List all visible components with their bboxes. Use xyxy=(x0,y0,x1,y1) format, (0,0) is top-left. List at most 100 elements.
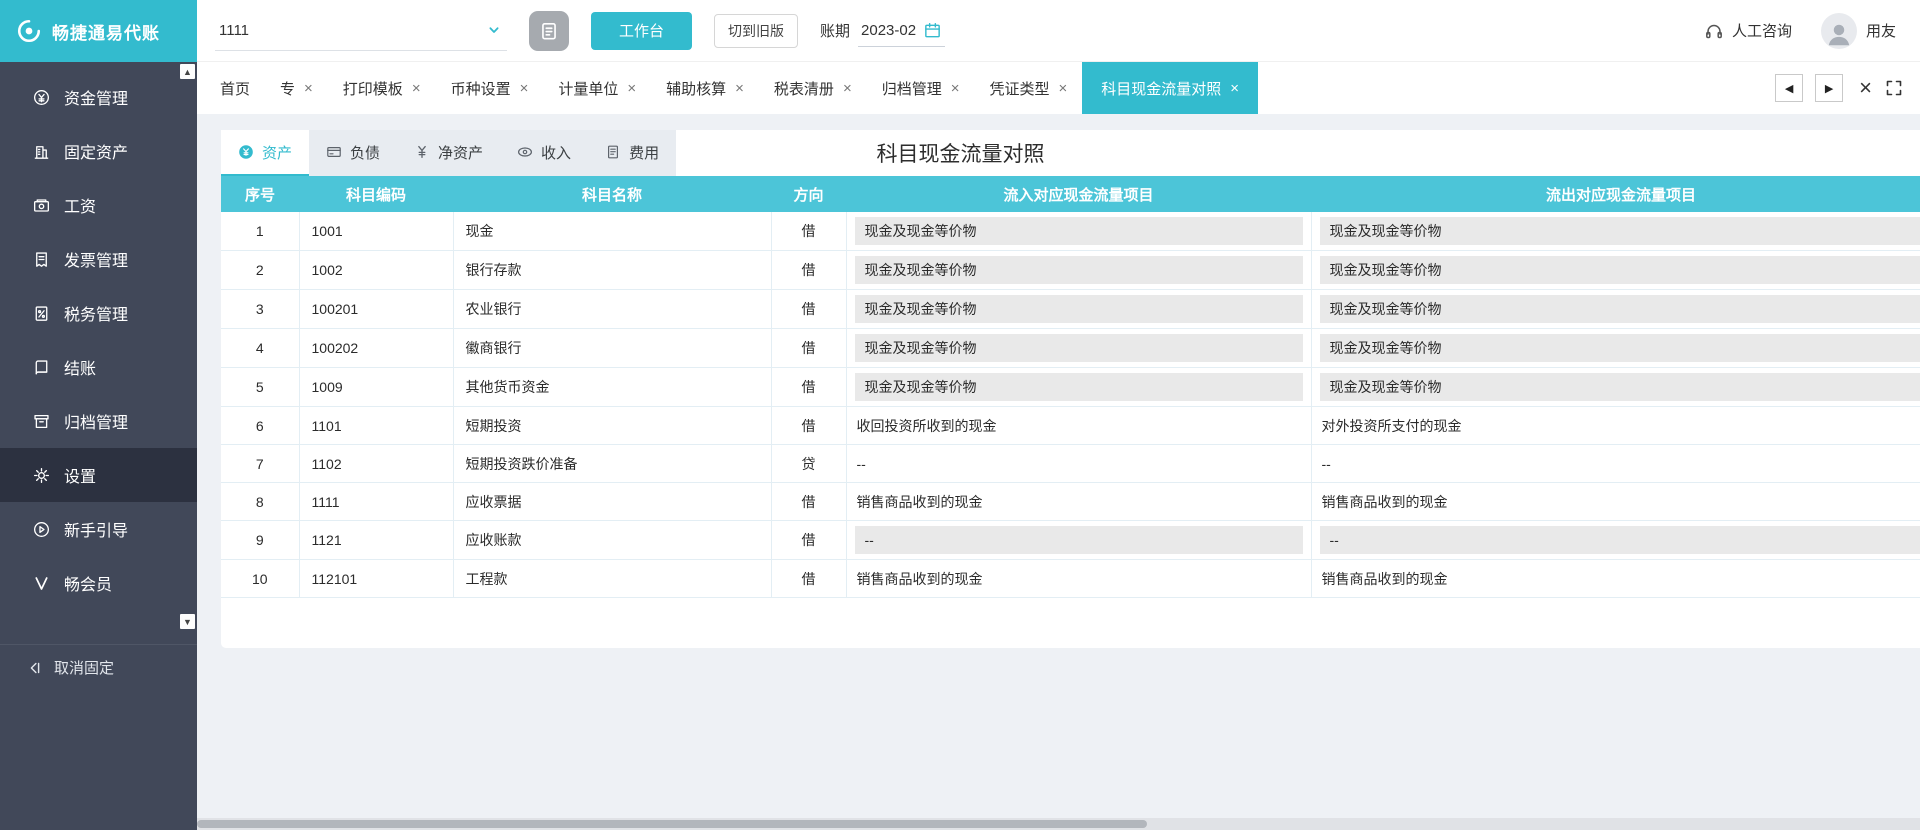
table-row: 6 1101 短期投资借收回投资所收到的现金 对外投资所支付的现金 xyxy=(221,406,1920,445)
tab-4[interactable]: 计量单位 × xyxy=(543,62,651,114)
tab-9[interactable]: 科目现金流量对照 × xyxy=(1082,62,1259,114)
category-tab-asset[interactable]: 资产 xyxy=(221,130,310,176)
tab-label: 科目现金流量对照 xyxy=(1101,80,1222,98)
sidebar-item-funds[interactable]: 资金管理 xyxy=(0,70,197,124)
cell-outflow: 销售商品收到的现金 xyxy=(1311,559,1920,598)
horizontal-scrollbar-thumb[interactable] xyxy=(197,820,1147,828)
tab-scroll-right-button[interactable]: ▶ xyxy=(1815,74,1844,102)
cell-inflow: 现金及现金等价物 xyxy=(846,367,1312,407)
inflow-field[interactable]: 现金及现金等价物 xyxy=(854,334,1303,362)
tab-close-icon[interactable]: × xyxy=(520,81,529,96)
unpin-sidebar-button[interactable]: 取消固定 xyxy=(0,644,197,690)
sidebar-item-member[interactable]: 畅会员 xyxy=(0,556,197,610)
arrow-right-icon: ▶ xyxy=(1824,82,1834,95)
sidebar-item-closing[interactable]: 结账 xyxy=(0,340,197,394)
cell-seq: 3 xyxy=(221,289,300,329)
sidebar-item-tax[interactable]: 税务管理 xyxy=(0,286,197,340)
cell-code: 100202 xyxy=(299,328,454,368)
tab-label: 税表清册 xyxy=(773,80,834,98)
column-header: 科目编码 xyxy=(299,176,453,212)
inflow-field[interactable]: 现金及现金等价物 xyxy=(854,256,1303,284)
period-picker[interactable]: 2023-02 xyxy=(858,15,946,47)
tab-5[interactable]: 辅助核算 × xyxy=(651,62,759,114)
funds-icon xyxy=(32,88,51,107)
sidebar-item-payroll[interactable]: 工资 xyxy=(0,178,197,232)
close-all-tabs-button[interactable]: × xyxy=(1859,77,1872,99)
tab-close-icon[interactable]: × xyxy=(304,81,313,96)
username: 用友 xyxy=(1865,23,1896,40)
tab-close-icon[interactable]: × xyxy=(412,81,421,96)
switch-old-version-button[interactable]: 切到旧版 xyxy=(714,13,799,48)
category-tab-equity[interactable]: 净资产 xyxy=(397,130,500,176)
tab-6[interactable]: 税表清册 × xyxy=(759,62,867,114)
category-tab-label: 净资产 xyxy=(438,144,484,162)
period-value: 2023-02 xyxy=(861,21,917,39)
notepad-button[interactable] xyxy=(529,10,569,51)
outflow-field[interactable]: 现金及现金等价物 xyxy=(1319,373,1920,401)
tab-scroll-left-button[interactable]: ◀ xyxy=(1775,74,1804,102)
sidebar-item-guide[interactable]: 新手引导 xyxy=(0,502,197,556)
cell-inflow: 现金及现金等价物 xyxy=(846,250,1312,290)
sidebar-item-label: 资金管理 xyxy=(64,91,129,108)
tax-icon xyxy=(32,304,51,323)
inflow-text: 销售商品收到的现金 xyxy=(856,570,983,587)
fullscreen-button[interactable] xyxy=(1884,78,1904,98)
tab-3[interactable]: 币种设置 × xyxy=(436,62,544,114)
sidebar-item-invoice[interactable]: 发票管理 xyxy=(0,232,197,286)
cell-name: 应收账款 xyxy=(453,520,772,560)
cell-code: 1001 xyxy=(299,212,454,251)
tab-close-icon[interactable]: × xyxy=(1059,81,1068,96)
table-row: 7 1102 短期投资跌价准备贷 -- -- xyxy=(221,444,1920,483)
table-row: 10 112101 工程款借销售商品收到的现金 销售商品收到的现金 xyxy=(221,559,1920,598)
tab-controls: ◀ ▶ × xyxy=(1775,62,1920,114)
outflow-field[interactable]: 现金及现金等价物 xyxy=(1319,217,1920,245)
tab-0[interactable]: 首页 xyxy=(205,62,265,114)
category-tab-expense[interactable]: 费用 xyxy=(588,130,676,176)
outflow-field[interactable]: 现金及现金等价物 xyxy=(1319,334,1920,362)
inflow-field[interactable]: 现金及现金等价物 xyxy=(854,373,1303,401)
support-button[interactable]: 人工咨询 xyxy=(1704,20,1792,41)
tab-bar: 首页专 × 打印模板 × 币种设置 × 计量单位 × 辅助核算 × 税表清册 × 归档管理 × 凭证类型 × 科… xyxy=(197,62,1920,114)
sidebar-item-settings[interactable]: 设置 xyxy=(0,448,197,502)
workbench-button[interactable]: 工作台 xyxy=(591,11,693,50)
tab-7[interactable]: 归档管理 × xyxy=(867,62,975,114)
category-tab-income[interactable]: 收入 xyxy=(500,130,588,176)
tab-close-icon[interactable]: × xyxy=(735,81,744,96)
settings-icon xyxy=(32,466,51,485)
table-row: 9 1121 应收账款借 -- -- xyxy=(221,520,1920,560)
cell-inflow: 收回投资所收到的现金 xyxy=(846,406,1312,445)
category-tab-liability[interactable]: 负债 xyxy=(309,130,397,176)
tab-close-icon[interactable]: × xyxy=(951,81,960,96)
cell-seq: 5 xyxy=(221,367,300,407)
outflow-field[interactable]: -- xyxy=(1319,526,1920,554)
outflow-field[interactable]: 现金及现金等价物 xyxy=(1319,295,1920,323)
tab-close-icon[interactable]: × xyxy=(1230,81,1239,96)
outflow-field[interactable]: 现金及现金等价物 xyxy=(1319,256,1920,284)
cell-name: 现金 xyxy=(453,212,772,251)
tab-close-icon[interactable]: × xyxy=(627,81,636,96)
tab-2[interactable]: 打印模板 × xyxy=(328,62,436,114)
inflow-field[interactable]: -- xyxy=(854,526,1303,554)
avatar[interactable] xyxy=(1820,12,1857,49)
tab-8[interactable]: 凭证类型 × xyxy=(974,62,1082,114)
tab-1[interactable]: 专 × xyxy=(265,62,328,114)
cell-direction: 借 xyxy=(771,406,847,445)
company-select[interactable]: 1111 xyxy=(215,11,507,51)
cell-direction: 借 xyxy=(771,559,847,598)
sidebar-item-fixed-assets[interactable]: 固定资产 xyxy=(0,124,197,178)
column-header: 方向 xyxy=(771,176,846,212)
sidebar-scroll-up-button[interactable]: ▲ xyxy=(180,64,195,79)
sidebar-item-archive[interactable]: 归档管理 xyxy=(0,394,197,448)
cell-outflow: -- xyxy=(1311,520,1920,560)
cell-name: 农业银行 xyxy=(453,289,772,329)
horizontal-scrollbar[interactable] xyxy=(197,818,1920,830)
tab-close-icon[interactable]: × xyxy=(843,81,852,96)
category-tab-label: 费用 xyxy=(629,144,660,162)
fixed-assets-icon xyxy=(32,142,51,161)
sidebar-scroll-down-button[interactable]: ▼ xyxy=(180,614,195,629)
inflow-field[interactable]: 现金及现金等价物 xyxy=(854,295,1303,323)
inflow-field[interactable]: 现金及现金等价物 xyxy=(854,217,1303,245)
cell-seq: 4 xyxy=(221,328,300,368)
sidebar-item-label: 工资 xyxy=(64,199,97,216)
income-icon xyxy=(517,144,533,160)
